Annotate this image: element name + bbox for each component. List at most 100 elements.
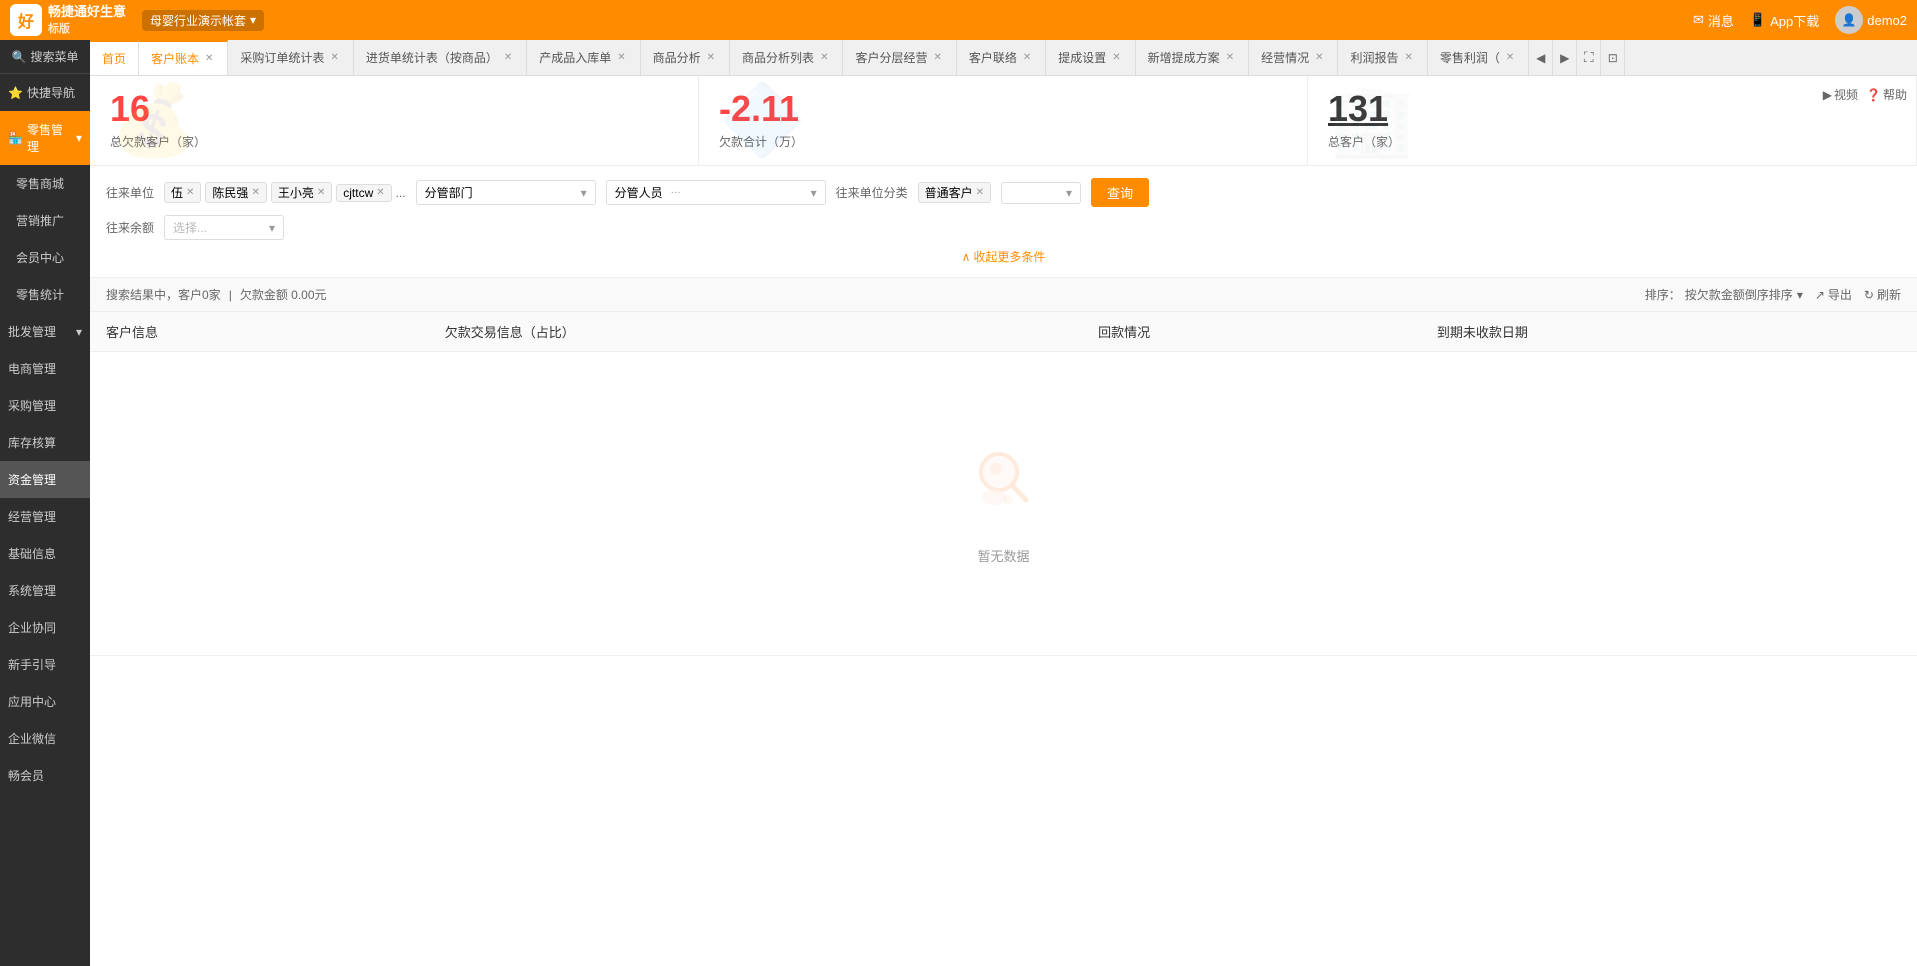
tab-product-analysis[interactable]: 商品分析 ✕ <box>641 40 730 76</box>
sort-select[interactable]: 排序： 按欠款金额倒序排序 ▾ <box>1645 286 1803 303</box>
sidebar-item-app-center[interactable]: 应用中心 <box>0 683 90 720</box>
unit-type-tags: 普通客户 ✕ <box>918 182 991 203</box>
remove-wang[interactable]: ✕ <box>317 187 325 198</box>
tab-bar: 首页 客户账本 ✕ 采购订单统计表 ✕ 进货单统计表（按商品） ✕ 产成品入库单… <box>90 40 1917 76</box>
filter-row-1: 往来单位 伍 ✕ 陈民强 ✕ 王小亮 <box>106 178 1901 207</box>
sidebar-item-enterprise-wechat[interactable]: 企业微信 <box>0 720 90 757</box>
tab-restore-btn[interactable]: ⊡ <box>1601 40 1625 76</box>
results-summary: 搜索结果中，客户0家 <box>106 286 221 303</box>
tab-incoming-stats[interactable]: 进货单统计表（按商品） ✕ <box>354 40 527 76</box>
sidebar-item-member-center[interactable]: 会员中心 <box>0 239 90 276</box>
sidebar-item-finance[interactable]: 资金管理 <box>0 461 90 498</box>
sidebar-item-retail-stats[interactable]: 零售统计 <box>0 276 90 313</box>
message-btn[interactable]: ✉ 消息 <box>1693 11 1734 30</box>
unit-type-tag-normal: 普通客户 ✕ <box>918 182 991 203</box>
tab-product-analysis-list[interactable]: 商品分析列表 ✕ <box>730 40 843 76</box>
account-selector[interactable]: 母婴行业演示帐套 ▾ <box>142 10 264 31</box>
query-button[interactable]: 查询 <box>1091 178 1149 207</box>
export-btn[interactable]: ↗ 导出 <box>1815 286 1852 303</box>
refresh-btn[interactable]: ↻ 刷新 <box>1864 286 1901 303</box>
close-purchase-order[interactable]: ✕ <box>328 52 340 63</box>
tab-ops-status[interactable]: 经营情况 ✕ <box>1249 40 1338 76</box>
col-debt-info: 欠款交易信息（占比） <box>429 312 1082 352</box>
logo-icon: 好 <box>10 4 42 36</box>
close-retail-profit[interactable]: ✕ <box>1504 52 1516 63</box>
sidebar-item-wholesale[interactable]: 批发管理 ▾ <box>0 313 90 350</box>
sidebar-item-retail-management[interactable]: 🏪 零售管理 ▾ <box>0 111 90 165</box>
balance-label: 往来余额 <box>106 219 154 236</box>
balance-select[interactable]: 选择... ▾ <box>164 215 284 240</box>
tab-product-entry[interactable]: 产成品入库单 ✕ <box>527 40 640 76</box>
sidebar-item-operations[interactable]: 经营管理 <box>0 498 90 535</box>
close-analysis-list[interactable]: ✕ <box>818 52 830 63</box>
sidebar: 🔍 搜索菜单 ⭐ 快捷导航 🏪 零售管理 ▾ 零售商城 营销推广 会员中心 <box>0 40 90 966</box>
sidebar-item-ecommerce[interactable]: 电商管理 <box>0 350 90 387</box>
close-customer-seg[interactable]: ✕ <box>931 52 943 63</box>
top-bar: 好 畅捷通好生意 标版 母婴行业演示帐套 ▾ ✉ 消息 📱 App下载 👤 de… <box>0 0 1917 40</box>
app-download-btn[interactable]: 📱 App下载 <box>1750 11 1819 30</box>
unit-tag-wang: 王小亮 ✕ <box>271 182 332 203</box>
empty-icon <box>964 442 1044 536</box>
dept-select[interactable]: 分管部门 ▾ <box>416 180 596 205</box>
tab-profit-report[interactable]: 利润报告 ✕ <box>1338 40 1427 76</box>
unit-type-arrow: ▾ <box>1066 186 1072 200</box>
sidebar-item-basic-info[interactable]: 基础信息 <box>0 535 90 572</box>
table-header-row: 客户信息 欠款交易信息（占比） 回款情况 到期未收款日期 <box>90 312 1917 352</box>
close-incoming[interactable]: ✕ <box>502 52 514 63</box>
close-raise[interactable]: ✕ <box>1110 52 1122 63</box>
help-btn[interactable]: ❓ 帮助 <box>1866 86 1907 103</box>
video-btn[interactable]: ▶ 视频 <box>1823 86 1858 103</box>
tab-next-btn[interactable]: ▶ <box>1553 40 1577 76</box>
unit-tag-cjttcw: cjttcw ✕ <box>336 184 391 202</box>
remove-cjttcw[interactable]: ✕ <box>376 187 384 198</box>
sidebar-item-system[interactable]: 系统管理 <box>0 572 90 609</box>
tab-raise-settings[interactable]: 提成设置 ✕ <box>1046 40 1135 76</box>
close-customer-contact[interactable]: ✕ <box>1021 52 1033 63</box>
sidebar-item-marketing[interactable]: 营销推广 <box>0 202 90 239</box>
user-avatar-area[interactable]: 👤 demo2 <box>1835 6 1907 34</box>
remove-chen[interactable]: ✕ <box>251 187 259 198</box>
sidebar-search[interactable]: 🔍 搜索菜单 <box>0 40 90 74</box>
tab-fullscreen-btn[interactable]: ⛶ <box>1577 40 1601 76</box>
sidebar-item-new-guide[interactable]: 新手引导 <box>0 646 90 683</box>
remove-wu[interactable]: ✕ <box>186 187 194 198</box>
debt-amount: 欠款金额 0.00元 <box>240 286 327 303</box>
unit-more[interactable]: ... <box>396 186 406 200</box>
sidebar-item-inventory[interactable]: 库存核算 <box>0 424 90 461</box>
logo-text: 畅捷通好生意 标版 <box>48 4 126 36</box>
tab-prev-btn[interactable]: ◀ <box>1529 40 1553 76</box>
close-ops[interactable]: ✕ <box>1313 52 1325 63</box>
close-product-analysis[interactable]: ✕ <box>705 52 717 63</box>
filter-row-2: 往来余额 选择... ▾ <box>106 215 1901 240</box>
content-area: 首页 客户账本 ✕ 采购订单统计表 ✕ 进货单统计表（按商品） ✕ 产成品入库单… <box>90 40 1917 966</box>
tab-home[interactable]: 首页 <box>90 40 139 76</box>
collapse-btn[interactable]: ∧ 收起更多条件 <box>106 248 1901 265</box>
sidebar-item-purchase[interactable]: 采购管理 <box>0 387 90 424</box>
sidebar-item-retail-mall[interactable]: 零售商城 <box>0 165 90 202</box>
person-arrow: ▾ <box>811 186 817 200</box>
sidebar-item-member[interactable]: 畅会员 <box>0 757 90 794</box>
close-customer-book[interactable]: ✕ <box>203 53 215 64</box>
export-icon: ↗ <box>1815 288 1825 302</box>
close-achievement[interactable]: ✕ <box>1224 52 1236 63</box>
logo-area: 好 畅捷通好生意 标版 <box>10 4 126 36</box>
avatar: 👤 <box>1835 6 1863 34</box>
chevron-down-icon: ▾ <box>250 13 256 27</box>
person-select[interactable]: 分管人员 ··· ▾ <box>606 180 826 205</box>
remove-normal[interactable]: ✕ <box>976 187 984 198</box>
unit-label: 往来单位 <box>106 184 154 201</box>
unit-type-select[interactable]: ▾ <box>1001 182 1081 204</box>
tab-retail-profit[interactable]: 零售利润（ ✕ <box>1428 40 1529 76</box>
main-content: 💰 16 总欠款客户（家） 🔷 -2.11 欠款合计（万） 🏢 131 <box>90 76 1917 966</box>
sidebar-item-quick-nav[interactable]: ⭐ 快捷导航 <box>0 74 90 111</box>
tab-new-achievement[interactable]: 新增提成方案 ✕ <box>1136 40 1249 76</box>
tab-customer-contact[interactable]: 客户联络 ✕ <box>957 40 1046 76</box>
tab-purchase-order[interactable]: 采购订单统计表 ✕ <box>228 40 353 76</box>
tab-customer-seg[interactable]: 客户分层经营 ✕ <box>843 40 956 76</box>
tab-customer-book[interactable]: 客户账本 ✕ <box>139 40 228 76</box>
app-container: 好 畅捷通好生意 标版 母婴行业演示帐套 ▾ ✉ 消息 📱 App下载 👤 de… <box>0 0 1917 966</box>
main-area: 🔍 搜索菜单 ⭐ 快捷导航 🏪 零售管理 ▾ 零售商城 营销推广 会员中心 <box>0 40 1917 966</box>
close-profit[interactable]: ✕ <box>1403 52 1415 63</box>
sidebar-item-enterprise[interactable]: 企业协同 <box>0 609 90 646</box>
close-product-entry[interactable]: ✕ <box>615 52 627 63</box>
